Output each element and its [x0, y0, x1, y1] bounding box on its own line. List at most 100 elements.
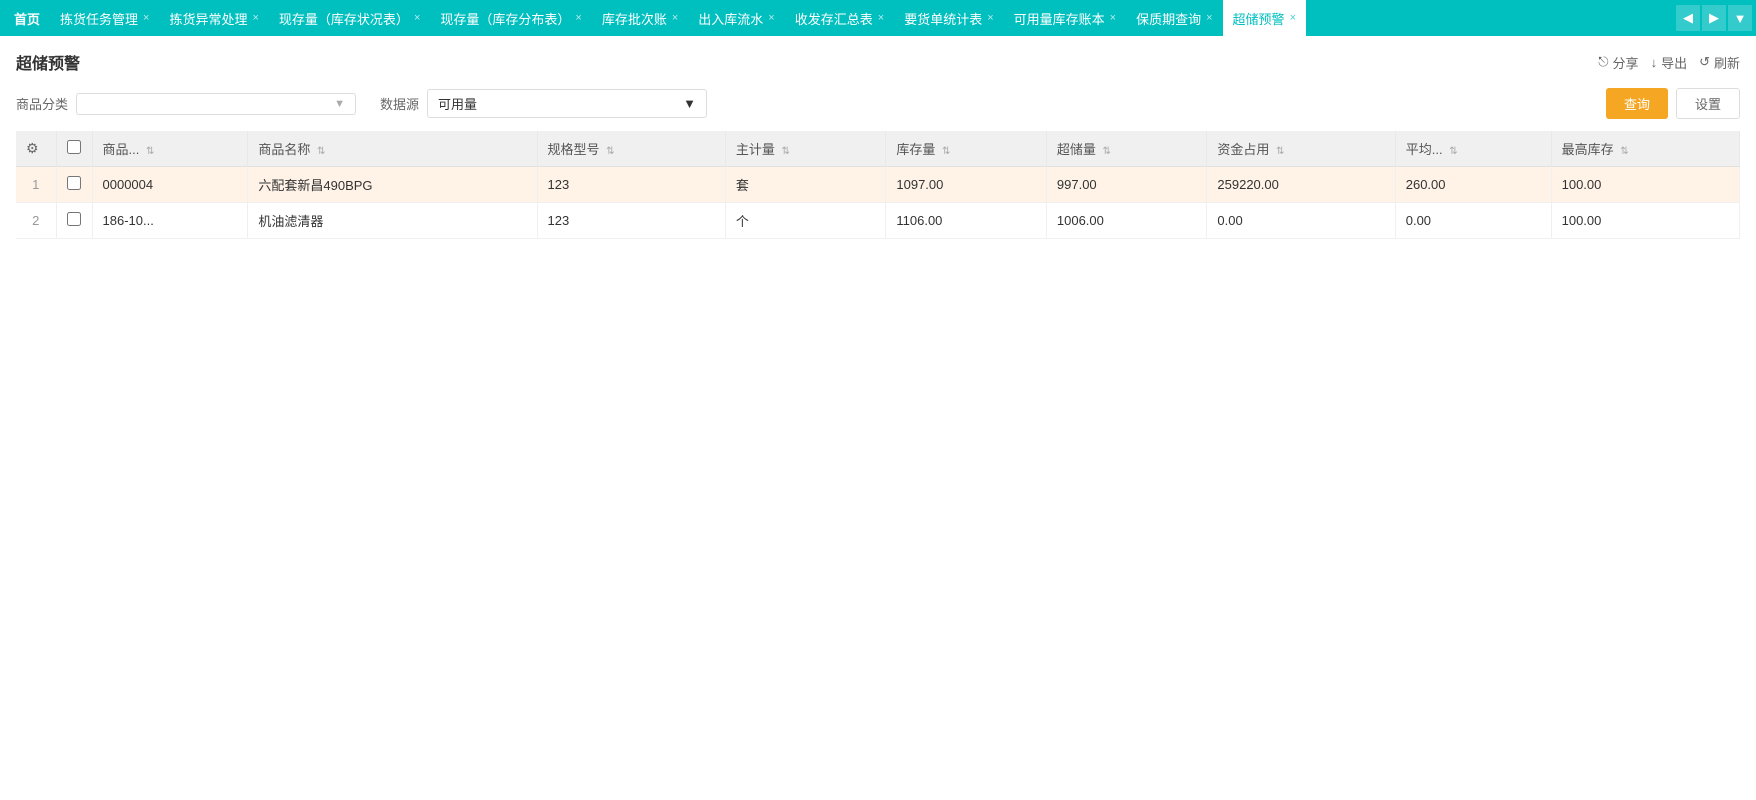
filter-area: 商品分类 ▼ 数据源 可用量 ▼ 查询 设置: [16, 88, 1740, 119]
cell-overstock: 997.00: [1046, 167, 1207, 203]
nav-receipt-summary[interactable]: 收发存汇总表 ×: [785, 0, 894, 36]
select-all-checkbox[interactable]: [67, 140, 81, 154]
share-label: 分享: [1613, 53, 1639, 72]
cell-max-stock: 100.00: [1551, 203, 1739, 239]
close-icon[interactable]: ×: [1110, 12, 1116, 24]
cell-avg: 0.00: [1395, 203, 1551, 239]
column-stock[interactable]: 库存量 ⇅: [886, 131, 1047, 167]
column-overstock[interactable]: 超储量 ⇅: [1046, 131, 1207, 167]
column-gear[interactable]: ⚙: [16, 131, 56, 167]
nav-home[interactable]: 首页: [4, 0, 50, 36]
page-header: 超储预警 ⎋ 分享 ↓ 导出 ↺ 刷新: [16, 50, 1740, 74]
nav-expiry-query[interactable]: 保质期查询 ×: [1126, 0, 1222, 36]
column-product-name-label: 商品名称: [258, 142, 310, 157]
sort-icon: ⇅: [606, 146, 614, 157]
sort-icon: ⇅: [317, 146, 325, 157]
page-content: 超储预警 ⎋ 分享 ↓ 导出 ↺ 刷新 商品分类 ▼ 数据源: [0, 36, 1756, 800]
row-number: 1: [16, 167, 56, 203]
close-icon[interactable]: ×: [878, 12, 884, 24]
table-row: 1 0000004 六配套新昌490BPG 123 套 1097.00 997.…: [16, 167, 1740, 203]
cell-stock: 1106.00: [886, 203, 1047, 239]
nav-available-book-label: 可用量库存账本: [1014, 9, 1105, 28]
cell-product-code: 0000004: [92, 167, 248, 203]
category-select[interactable]: ▼: [76, 93, 356, 115]
nav-inout-flow[interactable]: 出入库流水 ×: [688, 0, 784, 36]
table-body: 1 0000004 六配套新昌490BPG 123 套 1097.00 997.…: [16, 167, 1740, 239]
nav-order-stats[interactable]: 要货单统计表 ×: [894, 0, 1003, 36]
row-checkbox-cell[interactable]: [56, 167, 92, 203]
datasource-select-value: 可用量: [438, 94, 477, 113]
column-avg[interactable]: 平均... ⇅: [1395, 131, 1551, 167]
share-button[interactable]: ⎋ 分享: [1598, 53, 1638, 72]
row-checkbox[interactable]: [67, 212, 81, 226]
column-capital-label: 资金占用: [1217, 142, 1269, 157]
gear-icon: ⚙: [26, 140, 39, 156]
row-number: 2: [16, 203, 56, 239]
nav-prev-button[interactable]: ◀: [1676, 5, 1700, 31]
column-product-name[interactable]: 商品名称 ⇅: [248, 131, 537, 167]
nav-receipt-summary-label: 收发存汇总表: [795, 9, 873, 28]
close-icon[interactable]: ×: [414, 12, 420, 24]
nav-inventory-dist-label: 现存量（库存分布表）: [440, 9, 570, 28]
nav-next-button[interactable]: ▶: [1702, 5, 1726, 31]
cell-max-stock: 100.00: [1551, 167, 1739, 203]
cell-unit: 个: [725, 203, 886, 239]
nav-available-book[interactable]: 可用量库存账本 ×: [1004, 0, 1126, 36]
nav-batch-account[interactable]: 库存批次账 ×: [592, 0, 688, 36]
column-max-stock-label: 最高库存: [1562, 142, 1614, 157]
refresh-button[interactable]: ↺ 刷新: [1699, 53, 1740, 72]
column-checkbox-all[interactable]: [56, 131, 92, 167]
row-checkbox[interactable]: [67, 176, 81, 190]
close-icon[interactable]: ×: [672, 12, 678, 24]
row-checkbox-cell[interactable]: [56, 203, 92, 239]
column-stock-label: 库存量: [896, 142, 935, 157]
category-filter-item: 商品分类 ▼: [16, 93, 356, 115]
cell-product-name: 机油滤清器: [248, 203, 537, 239]
nav-overstock-warning[interactable]: 超储预警 ×: [1223, 0, 1306, 36]
close-icon[interactable]: ×: [252, 12, 258, 24]
nav-inout-flow-label: 出入库流水: [698, 9, 763, 28]
column-capital[interactable]: 资金占用 ⇅: [1207, 131, 1395, 167]
column-unit[interactable]: 主计量 ⇅: [725, 131, 886, 167]
close-icon[interactable]: ×: [768, 12, 774, 24]
table-header-row: ⚙ 商品... ⇅ 商品名称 ⇅ 规格型号 ⇅ 主计量: [16, 131, 1740, 167]
export-button[interactable]: ↓ 导出: [1651, 53, 1688, 72]
export-label: 导出: [1661, 53, 1687, 72]
filter-action-buttons: 查询 设置: [1606, 88, 1740, 119]
column-unit-label: 主计量: [736, 142, 775, 157]
cell-unit: 套: [725, 167, 886, 203]
column-spec[interactable]: 规格型号 ⇅: [537, 131, 725, 167]
page-title: 超储预警: [16, 50, 80, 74]
close-icon[interactable]: ×: [575, 12, 581, 24]
export-icon: ↓: [1651, 55, 1658, 70]
nav-inventory-status[interactable]: 现存量（库存状况表） ×: [269, 0, 430, 36]
datasource-filter-label: 数据源: [380, 94, 419, 113]
nav-inventory-status-label: 现存量（库存状况表）: [279, 9, 409, 28]
sort-icon: ⇅: [1276, 146, 1284, 157]
nav-pick-task[interactable]: 拣货任务管理 ×: [50, 0, 159, 36]
nav-pick-task-label: 拣货任务管理: [60, 9, 138, 28]
nav-expiry-query-label: 保质期查询: [1136, 9, 1201, 28]
query-button[interactable]: 查询: [1606, 88, 1668, 119]
chevron-down-icon: ▼: [683, 96, 696, 111]
cell-capital: 0.00: [1207, 203, 1395, 239]
column-max-stock[interactable]: 最高库存 ⇅: [1551, 131, 1739, 167]
settings-button[interactable]: 设置: [1676, 88, 1740, 119]
sort-icon: ⇅: [782, 146, 790, 157]
close-icon[interactable]: ×: [143, 12, 149, 24]
nav-pick-exception[interactable]: 拣货异常处理 ×: [159, 0, 268, 36]
column-product-code[interactable]: 商品... ⇅: [92, 131, 248, 167]
datasource-filter-item: 数据源 可用量 ▼: [380, 89, 707, 118]
close-icon[interactable]: ×: [1290, 12, 1296, 24]
column-avg-label: 平均...: [1406, 142, 1443, 157]
cell-spec: 123: [537, 203, 725, 239]
cell-overstock: 1006.00: [1046, 203, 1207, 239]
nav-menu-button[interactable]: ▼: [1728, 5, 1752, 31]
cell-spec: 123: [537, 167, 725, 203]
close-icon[interactable]: ×: [1206, 12, 1212, 24]
nav-inventory-dist[interactable]: 现存量（库存分布表） ×: [430, 0, 591, 36]
datasource-select[interactable]: 可用量 ▼: [427, 89, 707, 118]
close-icon[interactable]: ×: [987, 12, 993, 24]
share-icon: ⎋: [1598, 54, 1608, 70]
cell-avg: 260.00: [1395, 167, 1551, 203]
